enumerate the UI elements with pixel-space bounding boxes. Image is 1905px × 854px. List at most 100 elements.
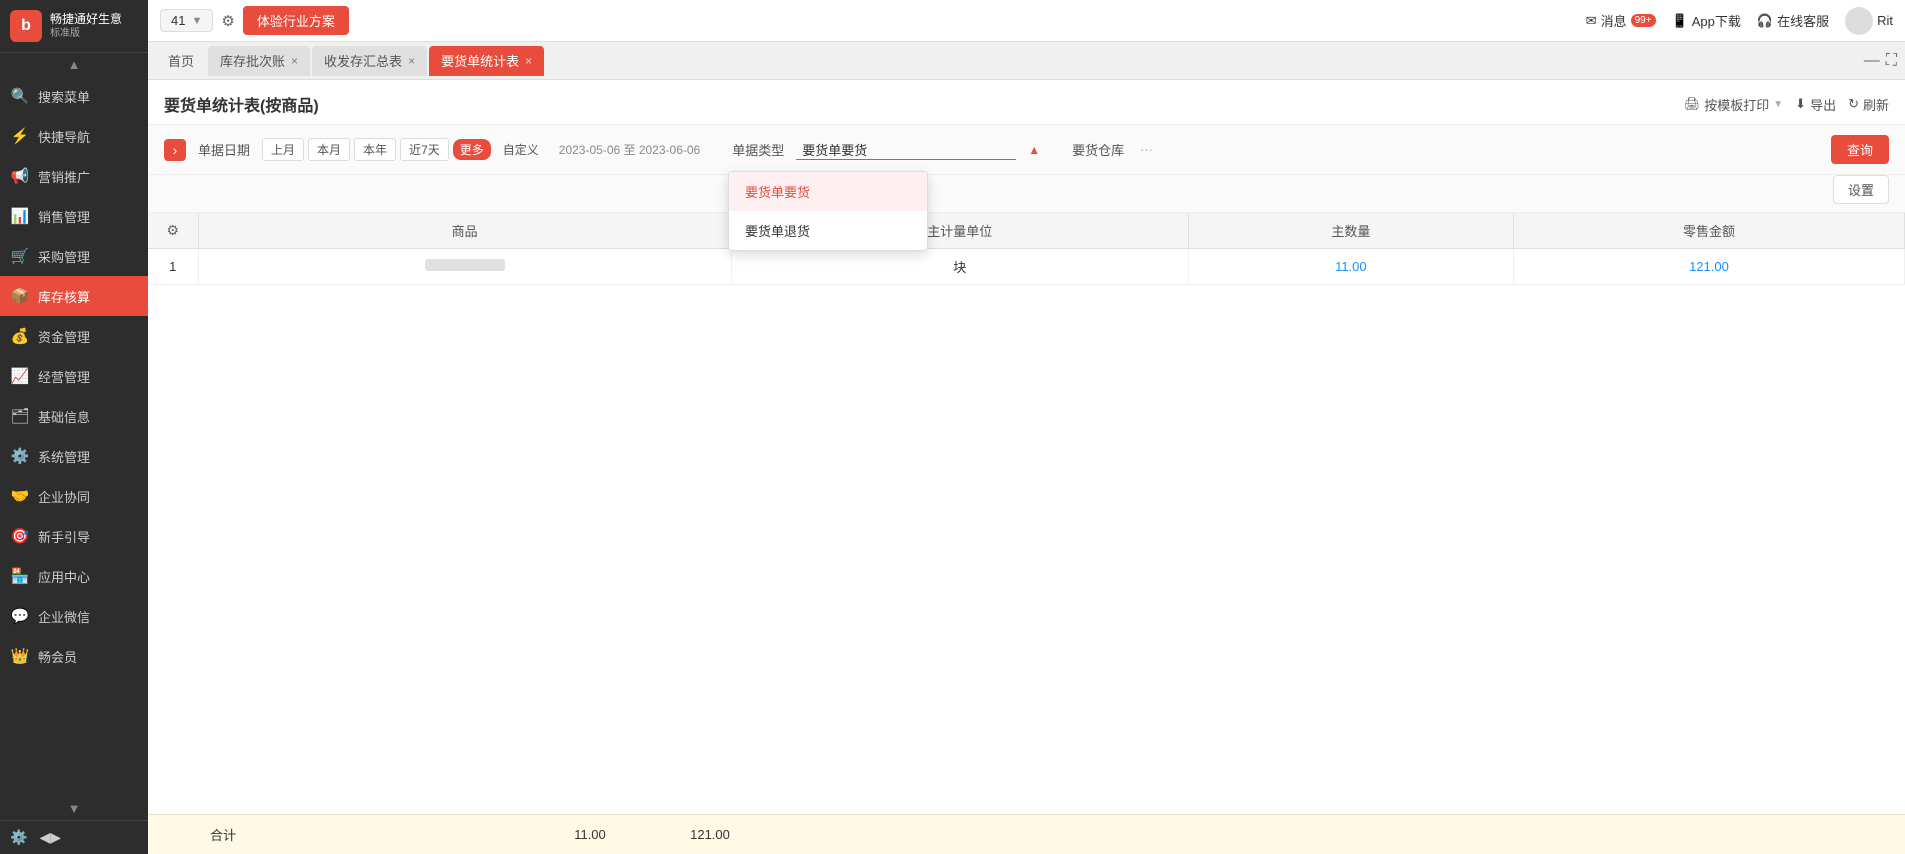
col-amount: 零售金额	[1513, 213, 1904, 249]
sidebar-scroll-up[interactable]: ▲	[0, 53, 148, 76]
more-dates-btn[interactable]: 更多	[453, 139, 491, 160]
wechat-icon: 💬	[10, 606, 30, 626]
tab-batch[interactable]: 库存批次账 ×	[208, 46, 310, 76]
chevron-down-icon[interactable]: ▼	[191, 15, 202, 27]
this-month-btn[interactable]: 本月	[308, 138, 350, 161]
sidebar-scroll-down[interactable]: ▼	[0, 797, 148, 820]
sidebar-item-operations[interactable]: 📈 经营管理	[0, 356, 148, 396]
col-qty: 主数量	[1188, 213, 1513, 249]
sidebar-item-inventory[interactable]: 📦 库存核算	[0, 276, 148, 316]
sidebar-item-finance[interactable]: 💰 资金管理	[0, 316, 148, 356]
topbar: 41 ▼ ⚙ 体验行业方案 ✉ 消息 99+ 📱 App下载 🎧 在线客服 R	[148, 0, 1905, 42]
type-filter-input[interactable]	[796, 140, 1016, 160]
appstore-icon: 🏪	[10, 566, 30, 586]
marketing-icon: 📢	[10, 166, 30, 186]
sidebar-item-search[interactable]: 🔍 搜索菜单	[0, 76, 148, 116]
last-7-days-btn[interactable]: 近7天	[400, 138, 449, 161]
page-header: 要货单统计表(按商品) 🖨 按模板打印 ▼ ⬇ 导出 ↻ 刷新	[148, 80, 1905, 125]
sidebar-item-marketing[interactable]: 📢 营销推广	[0, 156, 148, 196]
data-table: ⚙ 商品 主计量单位 主数量 零售金额 1 块	[148, 213, 1905, 285]
filter-expand-button[interactable]: ›	[164, 139, 186, 161]
table-gear-icon[interactable]: ⚙	[166, 222, 179, 238]
tab-batch-close[interactable]: ×	[291, 54, 298, 68]
tab-minimize-icon[interactable]: —	[1864, 52, 1880, 70]
warehouse-filter-label: 要货仓库	[1072, 140, 1124, 159]
type-dropdown-icon[interactable]: ▲	[1028, 143, 1040, 157]
headset-icon: 🎧	[1757, 13, 1773, 29]
col-settings: ⚙	[148, 213, 198, 249]
refresh-icon: ↻	[1848, 96, 1859, 112]
topbar-gear-icon[interactable]: ⚙	[221, 12, 234, 30]
sidebar-nav: 🔍 搜索菜单 ⚡ 快捷导航 📢 营销推广 📊 销售管理 🛒 采购管理 📦 库存核…	[0, 76, 148, 797]
cell-qty: 11.00	[1188, 249, 1513, 285]
refresh-button[interactable]: ↻ 刷新	[1848, 95, 1889, 114]
sidebar-item-quicknav[interactable]: ⚡ 快捷导航	[0, 116, 148, 156]
sidebar-item-guide[interactable]: 🎯 新手引导	[0, 516, 148, 556]
tab-home[interactable]: 首页	[156, 46, 206, 76]
footer-amount: 121.00	[650, 827, 770, 842]
message-icon: ✉	[1586, 13, 1597, 29]
page-actions: 🖨 按模板打印 ▼ ⬇ 导出 ↻ 刷新	[1684, 95, 1889, 114]
user-name: Rit	[1877, 13, 1893, 28]
type-dropdown-menu: 要货单要货 要货单退货	[728, 171, 928, 251]
avatar	[1845, 7, 1873, 35]
online-service-item[interactable]: 🎧 在线客服	[1757, 11, 1829, 30]
dropdown-item-return[interactable]: 要货单退货	[729, 211, 927, 250]
sidebar-item-purchase[interactable]: 🛒 采购管理	[0, 236, 148, 276]
last-month-btn[interactable]: 上月	[262, 138, 304, 161]
this-year-btn[interactable]: 本年	[354, 138, 396, 161]
cell-amount: 121.00	[1513, 249, 1904, 285]
tab-summary[interactable]: 收发存汇总表 ×	[312, 46, 427, 76]
guide-icon: 🎯	[10, 526, 30, 546]
sidebar-item-member[interactable]: 👑 畅会员	[0, 636, 148, 676]
sidebar-item-enterprise[interactable]: 🤝 企业协同	[0, 476, 148, 516]
col-goods: 商品	[198, 213, 731, 249]
user-area[interactable]: Rit	[1845, 7, 1893, 35]
main-area: 41 ▼ ⚙ 体验行业方案 ✉ 消息 99+ 📱 App下载 🎧 在线客服 R	[148, 0, 1905, 854]
message-item[interactable]: ✉ 消息 99+	[1586, 11, 1656, 30]
sidebar: b 畅捷通好生意 标准版 ▲ 🔍 搜索菜单 ⚡ 快捷导航 📢 营销推广 📊 销售…	[0, 0, 148, 854]
quicknav-icon: ⚡	[10, 126, 30, 146]
system-icon: ⚙️	[10, 446, 30, 466]
date-range-display: 2023-05-06 至 2023-06-06	[559, 141, 700, 158]
tab-maximize-icon[interactable]: ⛶	[1886, 52, 1897, 70]
tab-summary-close[interactable]: ×	[408, 54, 415, 68]
export-button[interactable]: ⬇ 导出	[1795, 95, 1836, 114]
sidebar-item-wechat[interactable]: 💬 企业微信	[0, 596, 148, 636]
cell-unit: 块	[731, 249, 1188, 285]
print-button[interactable]: 🖨 按模板打印 ▼	[1684, 95, 1783, 114]
tab-order[interactable]: 要货单统计表 ×	[429, 46, 544, 76]
filter-bar: › 单据日期 上月 本月 本年 近7天 更多 自定义 2023-05-06 至 …	[148, 125, 1905, 175]
collapse-icon[interactable]: ◀▶	[39, 829, 61, 846]
tabs-bar: 首页 库存批次账 × 收发存汇总表 × 要货单统计表 × — ⛶	[148, 42, 1905, 80]
sidebar-item-base[interactable]: 🗂 基础信息	[0, 396, 148, 436]
footer-label-text: 合计	[210, 825, 410, 844]
topbar-left: 41 ▼ ⚙ 体验行业方案	[160, 6, 1576, 35]
inventory-icon: 📦	[10, 286, 30, 306]
sidebar-item-system[interactable]: ⚙️ 系统管理	[0, 436, 148, 476]
dropdown-item-order[interactable]: 要货单要货	[729, 172, 927, 211]
app-download-item[interactable]: 📱 App下载	[1672, 11, 1741, 30]
sidebar-item-sales[interactable]: 📊 销售管理	[0, 196, 148, 236]
footer-qty: 11.00	[530, 827, 650, 842]
export-icon: ⬇	[1795, 96, 1806, 112]
sidebar-item-appstore[interactable]: 🏪 应用中心	[0, 556, 148, 596]
table-header-row: ⚙ 商品 主计量单位 主数量 零售金额	[148, 213, 1905, 249]
print-dropdown-icon[interactable]: ▼	[1773, 99, 1783, 110]
base-icon: 🗂	[10, 406, 30, 426]
cell-goods	[198, 249, 731, 285]
trial-button[interactable]: 体验行业方案	[243, 6, 349, 35]
settings-button[interactable]: 设置	[1833, 175, 1889, 204]
table-footer: 合计 11.00 121.00	[148, 814, 1905, 854]
settings-icon[interactable]: ⚙️	[10, 829, 27, 846]
type-filter-label: 单据类型	[732, 140, 784, 159]
tab-order-close[interactable]: ×	[525, 54, 532, 68]
sidebar-bottom: ⚙️ ◀▶	[0, 820, 148, 854]
warehouse-dots-icon[interactable]: ···	[1140, 142, 1153, 157]
date-filter-label: 单据日期	[198, 140, 250, 159]
search-icon: 🔍	[10, 86, 30, 106]
query-button[interactable]: 查询	[1831, 135, 1889, 164]
finance-icon: 💰	[10, 326, 30, 346]
custom-date-btn[interactable]: 自定义	[495, 139, 547, 160]
topbar-right: ✉ 消息 99+ 📱 App下载 🎧 在线客服 Rit	[1586, 7, 1893, 35]
